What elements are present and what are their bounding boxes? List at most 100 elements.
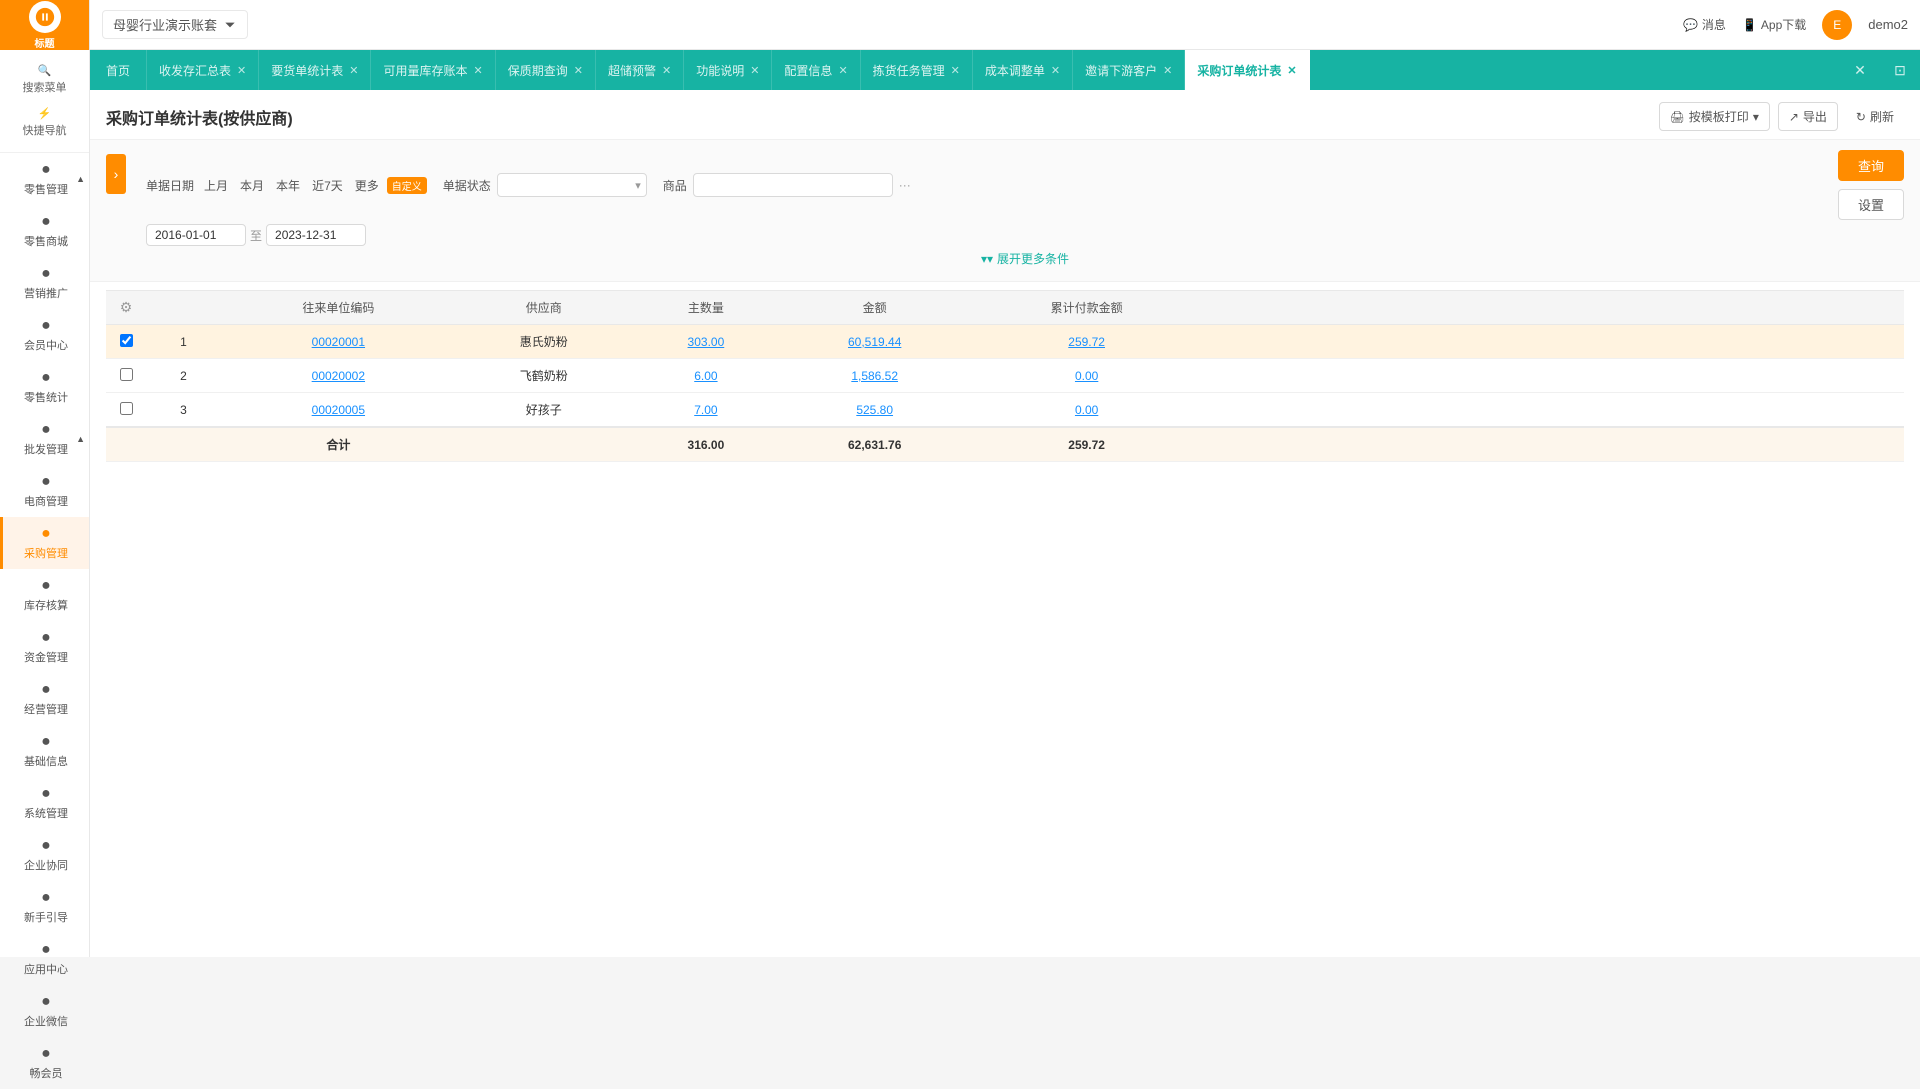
cell-rownum-0: 1 — [146, 325, 221, 359]
status-select[interactable] — [497, 173, 647, 197]
username-label: demo2 — [1868, 17, 1908, 32]
nav-tab-home[interactable]: 首页 — [90, 50, 147, 90]
nav-tab-receive-send[interactable]: 收发存汇总表 ✕ — [147, 50, 259, 90]
tab-close-pick-task[interactable]: ✕ — [951, 64, 960, 77]
nav-tab-requisition-stats[interactable]: 要货单统计表 ✕ — [259, 50, 371, 90]
cell-extra-0 — [1204, 325, 1904, 359]
cell-qty-2[interactable]: 7.00 — [632, 393, 780, 428]
nav-tab-usable-inventory[interactable]: 可用量库存账本✕ — [371, 50, 495, 90]
expand-btn[interactable]: ▾▾ 展开更多条件 — [981, 250, 1069, 267]
date-from-input[interactable] — [146, 224, 246, 246]
shortcut-last-month[interactable]: 上月 — [200, 175, 232, 196]
cell-paid-2[interactable]: 0.00 — [969, 393, 1204, 428]
shortcut-nav-item[interactable]: ⚡ 快捷导航 — [4, 101, 85, 144]
cell-amount-1[interactable]: 1,586.52 — [780, 359, 969, 393]
th-main-qty: 主数量 — [632, 291, 780, 325]
shortcut-this-year[interactable]: 本年 — [272, 175, 304, 196]
sidebar-item-retail-mgmt[interactable]: ●零售管理▲ — [0, 153, 89, 205]
tab-close-requisition-stats[interactable]: ✕ — [349, 64, 358, 77]
maximize-btn[interactable]: ⊡ — [1880, 50, 1920, 90]
nav-tabs-bar: 首页收发存汇总表✕要货单统计表✕可用量库存账本✕保质期查询✕超储预警✕功能说明✕… — [90, 50, 1920, 90]
sidebar-item-label-purchase: 采购管理 — [24, 545, 68, 561]
nav-tab-overstock-alert[interactable]: 超储预警✕ — [596, 50, 684, 90]
cell-amount-2[interactable]: 525.80 — [780, 393, 969, 428]
sidebar-item-ecommerce[interactable]: ●电商管理 — [0, 465, 89, 517]
sidebar-item-retail-shop[interactable]: ●零售商城 — [0, 205, 89, 257]
company-selector[interactable]: 母婴行业演示账套 — [102, 10, 248, 39]
tab-close-expiry-query[interactable]: ✕ — [574, 64, 583, 77]
tab-close-overstock-alert[interactable]: ✕ — [662, 64, 671, 77]
cell-checkbox-0[interactable] — [106, 325, 146, 359]
footer-label: 合计 — [221, 427, 456, 462]
sidebar-item-purchase[interactable]: ●采购管理 — [0, 517, 89, 569]
cell-code-0[interactable]: 00020001 — [221, 325, 456, 359]
shortcut-last-7days[interactable]: 近7天 — [308, 175, 347, 196]
app-download-btn[interactable]: 📱 App下载 — [1742, 16, 1806, 33]
tab-close-purchase-order-stats[interactable]: ✕ — [1287, 64, 1296, 77]
cell-qty-1[interactable]: 6.00 — [632, 359, 780, 393]
cell-paid-1[interactable]: 0.00 — [969, 359, 1204, 393]
tab-close-receive-send[interactable]: ✕ — [237, 64, 246, 77]
cell-paid-0[interactable]: 259.72 — [969, 325, 1204, 359]
sidebar-item-wholesale[interactable]: ●批发管理▲ — [0, 413, 89, 465]
query-btn[interactable]: 查询 — [1838, 150, 1904, 181]
tab-close-usable-inventory[interactable]: ✕ — [474, 64, 483, 77]
sidebar-item-finance[interactable]: ●资金管理 — [0, 621, 89, 673]
cell-amount-0[interactable]: 60,519.44 — [780, 325, 969, 359]
sidebar-item-sys-mgmt[interactable]: ●系统管理 — [0, 777, 89, 829]
refresh-icon: ↻ — [1856, 110, 1866, 124]
sidebar-item-enterprise[interactable]: ●企业协同 — [0, 829, 89, 881]
sidebar-item-operations[interactable]: ●经营管理 — [0, 673, 89, 725]
sidebar-item-corp-wechat[interactable]: ●企业微信 — [0, 985, 89, 1037]
export-btn[interactable]: ↗ 导出 — [1778, 102, 1838, 131]
template-print-btn[interactable]: 🖨 按模板打印 ▾ — [1659, 102, 1770, 131]
nav-tab-pick-task[interactable]: 拣货任务管理✕ — [861, 50, 973, 90]
tab-label-receive-send: 收发存汇总表 — [159, 62, 231, 79]
app-download-icon: 📱 — [1742, 18, 1757, 32]
shortcut-more[interactable]: 更多 — [351, 175, 383, 196]
nav-icon-new-guide: ● — [41, 889, 51, 907]
table-footer: 合计 316.00 62,631.76 259.72 — [106, 427, 1904, 462]
cell-code-1[interactable]: 00020002 — [221, 359, 456, 393]
nav-tab-expiry-query[interactable]: 保质期查询✕ — [496, 50, 596, 90]
settings-btn[interactable]: 设置 — [1838, 189, 1904, 220]
user-avatar[interactable]: E — [1822, 10, 1852, 40]
nav-tab-cost-adjust[interactable]: 成本调整单✕ — [973, 50, 1073, 90]
nav-icon-member: ● — [41, 317, 51, 335]
gear-icon[interactable]: ⚙ — [120, 299, 133, 315]
tab-close-cost-adjust[interactable]: ✕ — [1051, 64, 1060, 77]
date-to-input[interactable] — [266, 224, 366, 246]
nav-tab-func-desc[interactable]: 功能说明✕ — [684, 50, 772, 90]
cell-qty-0[interactable]: 303.00 — [632, 325, 780, 359]
sidebar-item-new-guide[interactable]: ●新手引导 — [0, 881, 89, 933]
goods-input[interactable] — [693, 173, 893, 197]
sidebar-item-marketing[interactable]: ●营销推广 — [0, 257, 89, 309]
goods-more-icon[interactable]: ··· — [899, 178, 911, 192]
main-content: 母婴行业演示账套 💬 消息 📱 App下载 E demo2 首页收发存汇总表✕要… — [90, 0, 1920, 957]
sidebar-item-app-center[interactable]: ●应用中心 — [0, 933, 89, 985]
cell-code-2[interactable]: 00020005 — [221, 393, 456, 428]
nav-tab-config-info[interactable]: 配置信息✕ — [772, 50, 860, 90]
sidebar-item-member[interactable]: ●会员中心 — [0, 309, 89, 361]
tab-close-config-info[interactable]: ✕ — [838, 64, 847, 77]
sidebar-item-retail-stats[interactable]: ●零售统计 — [0, 361, 89, 413]
close-tab-btn[interactable]: ✕ — [1840, 50, 1880, 90]
sidebar-item-inventory[interactable]: ●库存核算 — [0, 569, 89, 621]
search-menu-item[interactable]: 🔍 搜索菜单 — [4, 58, 85, 101]
tab-close-func-desc[interactable]: ✕ — [750, 64, 759, 77]
nav-tab-invite-downstream[interactable]: 邀请下游客户✕ — [1073, 50, 1185, 90]
message-label: 消息 — [1702, 16, 1726, 33]
shortcut-this-month[interactable]: 本月 — [236, 175, 268, 196]
refresh-btn[interactable]: ↻ 刷新 — [1846, 103, 1904, 130]
tab-label-requisition-stats: 要货单统计表 — [271, 62, 343, 79]
filter-area: › 单据日期 上月 本月 本年 近7天 — [90, 140, 1920, 282]
nav-tab-purchase-order-stats[interactable]: 采购订单统计表✕ — [1185, 50, 1309, 90]
cell-checkbox-1[interactable] — [106, 359, 146, 393]
sidebar-item-member2[interactable]: ●畅会员 — [0, 1037, 89, 1089]
message-btn[interactable]: 💬 消息 — [1683, 16, 1726, 33]
nav-icon-enterprise: ● — [41, 837, 51, 855]
sidebar-item-basic-info[interactable]: ●基础信息 — [0, 725, 89, 777]
cell-checkbox-2[interactable] — [106, 393, 146, 428]
filter-toggle-btn[interactable]: › — [106, 154, 126, 194]
tab-close-invite-downstream[interactable]: ✕ — [1163, 64, 1172, 77]
